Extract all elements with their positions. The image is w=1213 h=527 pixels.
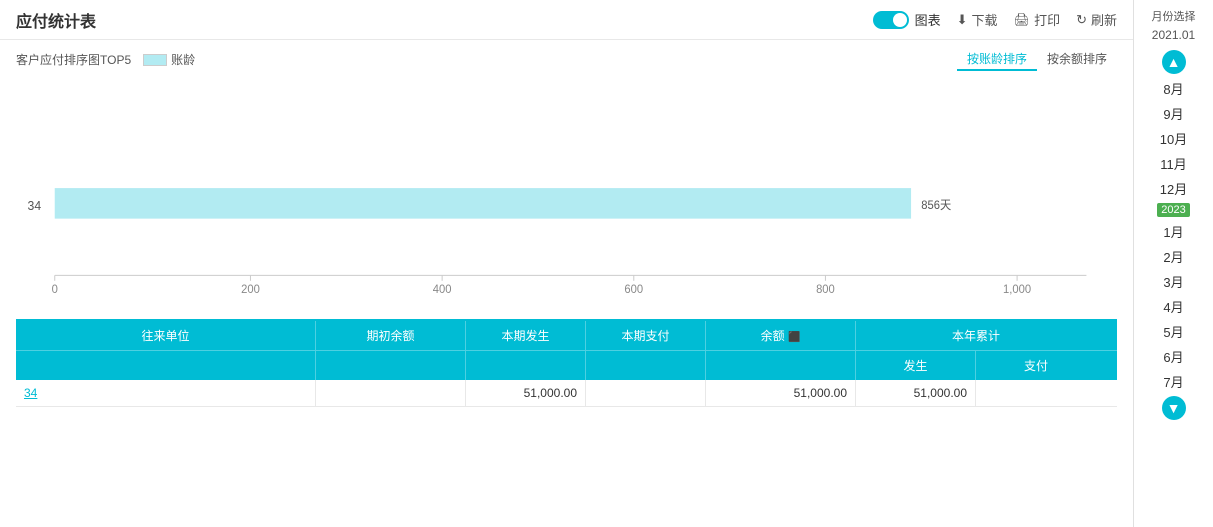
month-8[interactable]: 8月 [1134, 76, 1213, 101]
table-row: 34 51,000.00 51,000.00 51,000.00 [16, 380, 1117, 407]
legend-title: 客户应付排序图TOP5 [16, 51, 131, 68]
month-7[interactable]: 7月 [1134, 369, 1213, 394]
cell-year-occur: 51,000.00 [856, 380, 976, 406]
legend-left: 客户应付排序图TOP5 账龄 [16, 51, 195, 68]
month-down-button[interactable]: ▼ [1162, 396, 1186, 420]
chart-svg: 34 856天 0 200 400 600 800 [16, 79, 1117, 319]
sub-col-year-occur: 发生 [856, 351, 976, 380]
month-4[interactable]: 4月 [1134, 294, 1213, 319]
cell-current-pay [586, 380, 706, 406]
cell-unit: 34 [16, 380, 316, 406]
month-11[interactable]: 11月 [1134, 151, 1213, 176]
year-badge: 2023 [1157, 203, 1189, 217]
col-header-balance: 余额 ⬛ [706, 321, 856, 350]
legend-item: 账龄 [143, 51, 195, 68]
print-button[interactable]: 🖨 打印 [1014, 10, 1061, 29]
col-header-current-occur: 本期发生 [466, 321, 586, 350]
col-header-opening: 期初余额 [316, 321, 466, 350]
month-9[interactable]: 9月 [1134, 101, 1213, 126]
month-12[interactable]: 12月 [1134, 176, 1213, 201]
month-sidebar: 月份选择 2021.01 ▲ 8月 9月 10月 11月 12月 2023 1月… [1133, 0, 1213, 527]
sub-col-balance [706, 351, 856, 380]
month-10[interactable]: 10月 [1134, 126, 1213, 151]
legend-color-box [143, 54, 167, 66]
header-actions: 图表 ⬇ 下载 🖨 打印 ↻ 刷新 [873, 10, 1117, 29]
download-button[interactable]: ⬇ 下载 [957, 10, 998, 29]
sidebar-year: 2021.01 [1152, 28, 1195, 42]
balance-icon: ⬛ [788, 332, 800, 343]
month-3[interactable]: 3月 [1134, 269, 1213, 294]
chart-toggle-label: 图表 [915, 10, 941, 29]
sub-col-current-occur [466, 351, 586, 380]
table-header: 往来单位 期初余额 本期发生 本期支付 余额 ⬛ 本年累计 [16, 321, 1117, 350]
cell-year-pay [976, 380, 1096, 406]
col-header-year-total: 本年累计 [856, 321, 1096, 350]
sidebar-title: 月份选择 [1152, 8, 1196, 24]
chart-toggle-wrap: 图表 [873, 10, 941, 29]
refresh-button[interactable]: ↻ 刷新 [1076, 10, 1117, 29]
refresh-icon: ↻ [1076, 12, 1087, 28]
table-sub-header: 发生 支付 [16, 350, 1117, 380]
svg-text:800: 800 [816, 282, 835, 295]
cell-opening [316, 380, 466, 406]
cell-current-occur: 51,000.00 [466, 380, 586, 406]
chart-bar [55, 188, 911, 219]
svg-text:1,000: 1,000 [1003, 282, 1031, 295]
month-5[interactable]: 5月 [1134, 319, 1213, 344]
svg-text:600: 600 [624, 282, 643, 295]
unit-link[interactable]: 34 [24, 386, 37, 400]
svg-text:0: 0 [52, 282, 58, 295]
sub-col-opening [316, 351, 466, 380]
legend-item-label: 账龄 [171, 51, 195, 68]
page-title: 应付统计表 [16, 8, 96, 32]
svg-text:200: 200 [241, 282, 260, 295]
chart-section: 客户应付排序图TOP5 账龄 按账龄排序 按余额排序 34 [0, 40, 1133, 527]
chart-legend: 客户应付排序图TOP5 账龄 按账龄排序 按余额排序 [16, 48, 1117, 71]
sub-col-current-pay [586, 351, 706, 380]
month-1[interactable]: 1月 [1134, 219, 1213, 244]
col-header-current-pay: 本期支付 [586, 321, 706, 350]
print-icon: 🖨 [1014, 12, 1031, 28]
month-2[interactable]: 2月 [1134, 244, 1213, 269]
chart-toggle[interactable] [873, 11, 909, 29]
svg-text:34: 34 [28, 199, 42, 213]
svg-text:400: 400 [433, 282, 452, 295]
sub-col-unit [16, 351, 316, 380]
sub-col-year-pay: 支付 [976, 351, 1096, 380]
sort-buttons: 按账龄排序 按余额排序 [957, 48, 1117, 71]
month-6[interactable]: 6月 [1134, 344, 1213, 369]
cell-balance: 51,000.00 [706, 380, 856, 406]
month-up-button[interactable]: ▲ [1162, 50, 1186, 74]
svg-text:856天: 856天 [921, 198, 951, 211]
sort-by-balance-button[interactable]: 按账龄排序 [957, 48, 1037, 71]
page-header: 应付统计表 图表 ⬇ 下载 🖨 打印 ↻ 刷新 [0, 0, 1133, 40]
bar-chart: 34 856天 0 200 400 600 800 [16, 79, 1117, 319]
sort-by-amount-button[interactable]: 按余额排序 [1037, 48, 1117, 71]
download-icon: ⬇ [957, 12, 968, 28]
table-section: 往来单位 期初余额 本期发生 本期支付 余额 ⬛ 本年累计 [16, 319, 1117, 407]
col-header-unit: 往来单位 [16, 321, 316, 350]
